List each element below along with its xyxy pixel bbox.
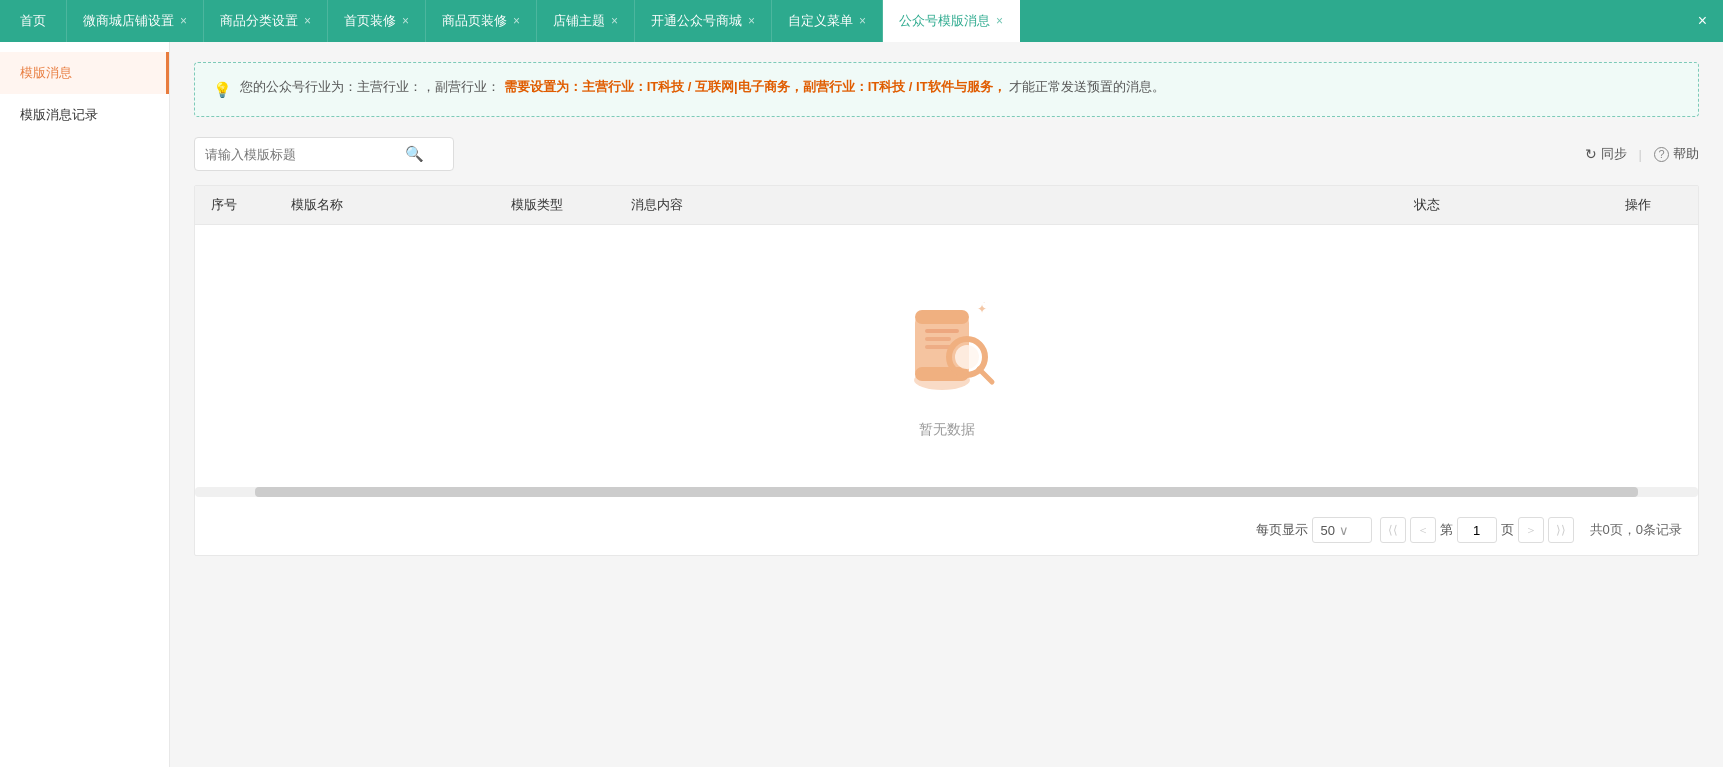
search-input[interactable] — [205, 147, 405, 162]
sync-icon: ↻ — [1585, 146, 1597, 162]
empty-state: ✦ · 暂无数据 — [195, 225, 1698, 479]
th-seq: 序号 — [195, 196, 275, 214]
top-tab-bar: 首页 微商城店铺设置 × 商品分类设置 × 首页装修 × 商品页装修 × 店铺主… — [0, 0, 1723, 42]
per-page-select: 每页显示 50 ∨ — [1256, 517, 1372, 543]
toolbar-right: ↻ 同步 | ? 帮助 — [1585, 145, 1699, 163]
next-page-button[interactable]: ＞ — [1518, 517, 1544, 543]
svg-text:✦: ✦ — [977, 302, 987, 316]
svg-line-9 — [979, 369, 992, 382]
th-status: 状态 — [1398, 196, 1578, 214]
close-wechat-store[interactable]: × — [180, 14, 187, 28]
tab-template-msg[interactable]: 公众号模版消息 × — [883, 0, 1020, 42]
notice-box: 💡 您的公众号行业为：主营行业：，副营行业： 需要设置为：主营行业：IT科技 /… — [194, 62, 1699, 117]
search-icon[interactable]: 🔍 — [405, 145, 424, 163]
table-header: 序号 模版名称 模版类型 消息内容 状态 操作 — [195, 186, 1698, 225]
first-page-button[interactable]: ⟨⟨ — [1380, 517, 1406, 543]
tab-home[interactable]: 首页 — [0, 0, 67, 42]
th-content: 消息内容 — [615, 196, 1398, 214]
last-page-button[interactable]: ⟩⟩ — [1548, 517, 1574, 543]
page-unit-label: 页 — [1501, 521, 1514, 539]
sidebar-item-template-record[interactable]: 模版消息记录 — [0, 94, 169, 136]
toolbar-divider: | — [1639, 147, 1642, 162]
close-store-theme[interactable]: × — [611, 14, 618, 28]
svg-point-8 — [955, 345, 979, 369]
notice-icon: 💡 — [213, 78, 232, 102]
page-input-wrap: 第 页 — [1440, 517, 1514, 543]
close-product-page[interactable]: × — [513, 14, 520, 28]
search-bar: 🔍 ↻ 同步 | ? 帮助 — [194, 137, 1699, 171]
tab-home-decor[interactable]: 首页装修 × — [328, 0, 426, 42]
tab-store-theme[interactable]: 店铺主题 × — [537, 0, 635, 42]
main-layout: 模版消息 模版消息记录 💡 您的公众号行业为：主营行业：，副营行业： 需要设置为… — [0, 42, 1723, 767]
page-number-input[interactable] — [1457, 517, 1497, 543]
tab-custom-menu[interactable]: 自定义菜单 × — [772, 0, 883, 42]
empty-illustration: ✦ · — [887, 285, 1007, 405]
close-open-mall[interactable]: × — [748, 14, 755, 28]
page-label: 第 — [1440, 521, 1453, 539]
empty-text: 暂无数据 — [919, 421, 975, 439]
sidebar: 模版消息 模版消息记录 — [0, 42, 170, 767]
close-product-category[interactable]: × — [304, 14, 311, 28]
data-table: 序号 模版名称 模版类型 消息内容 状态 操作 — [194, 185, 1699, 556]
prev-page-button[interactable]: ＜ — [1410, 517, 1436, 543]
tab-product-page[interactable]: 商品页装修 × — [426, 0, 537, 42]
per-page-label: 每页显示 — [1256, 521, 1308, 539]
notice-text: 您的公众号行业为：主营行业：，副营行业： 需要设置为：主营行业：IT科技 / 互… — [240, 77, 1165, 98]
svg-text:·: · — [983, 298, 985, 307]
close-home-decor[interactable]: × — [402, 14, 409, 28]
svg-rect-5 — [925, 337, 951, 341]
tab-open-mall[interactable]: 开通公众号商城 × — [635, 0, 772, 42]
close-template-msg[interactable]: × — [996, 14, 1003, 28]
page-navigation: ⟨⟨ ＜ 第 页 ＞ ⟩⟩ — [1380, 517, 1574, 543]
help-button[interactable]: ? 帮助 — [1654, 145, 1699, 163]
search-input-wrap[interactable]: 🔍 — [194, 137, 454, 171]
notice-highlight: 需要设置为：主营行业：IT科技 / 互联网|电子商务，副营行业：IT科技 / I… — [504, 79, 1006, 94]
svg-rect-4 — [925, 329, 959, 333]
scroll-thumb[interactable] — [255, 487, 1638, 497]
th-action: 操作 — [1578, 196, 1698, 214]
content-area: 💡 您的公众号行业为：主营行业：，副营行业： 需要设置为：主营行业：IT科技 /… — [170, 42, 1723, 767]
dropdown-arrow-icon: ∨ — [1339, 523, 1349, 538]
th-name: 模版名称 — [275, 196, 495, 214]
per-page-dropdown[interactable]: 50 ∨ — [1312, 517, 1372, 543]
sidebar-item-template-message[interactable]: 模版消息 — [0, 52, 169, 94]
tab-wechat-store[interactable]: 微商城店铺设置 × — [67, 0, 204, 42]
th-type: 模版类型 — [495, 196, 615, 214]
horizontal-scrollbar[interactable] — [195, 487, 1698, 497]
close-all-tabs-button[interactable]: × — [1682, 12, 1723, 30]
tab-product-category[interactable]: 商品分类设置 × — [204, 0, 328, 42]
help-icon: ? — [1654, 147, 1669, 162]
pagination: 每页显示 50 ∨ ⟨⟨ ＜ 第 页 ＞ ⟩⟩ — [195, 505, 1698, 555]
page-total-text: 共0页，0条记录 — [1590, 521, 1682, 539]
svg-rect-2 — [915, 310, 969, 324]
close-custom-menu[interactable]: × — [859, 14, 866, 28]
sync-button[interactable]: ↻ 同步 — [1585, 145, 1627, 163]
